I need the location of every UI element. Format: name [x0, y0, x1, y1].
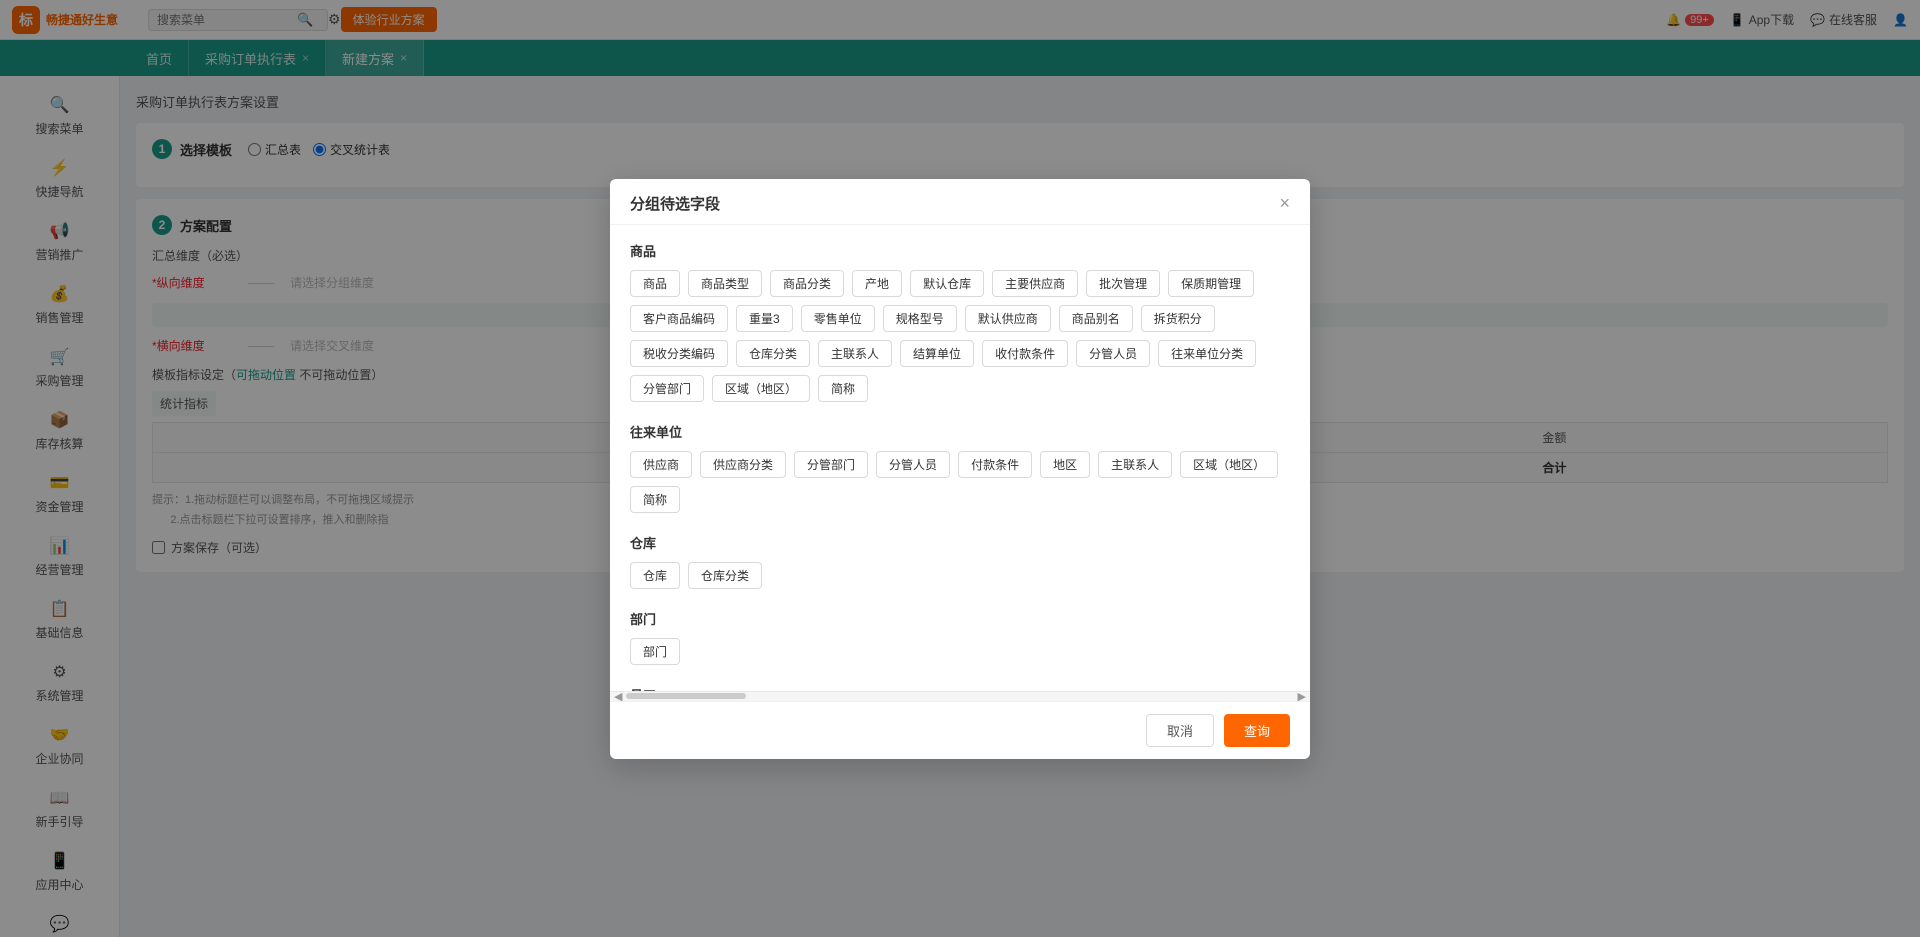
field-tag-partner-contact[interactable]: 主联系人 [1098, 451, 1172, 478]
field-tag-short-name[interactable]: 简称 [818, 375, 868, 402]
field-tag-warehouse-category[interactable]: 仓库分类 [736, 340, 810, 367]
section-partner: 往来单位 供应商 供应商分类 分管部门 分管人员 付款条件 地区 主联系人 区域… [630, 422, 1290, 513]
field-tag-settlement-unit[interactable]: 结算单位 [900, 340, 974, 367]
field-tag-partner-category[interactable]: 往来单位分类 [1158, 340, 1256, 367]
field-tag-weight[interactable]: 重量3 [736, 305, 793, 332]
modal-header: 分组待选字段 × [610, 179, 1310, 225]
department-tags: 部门 [630, 638, 1290, 665]
field-tag-department[interactable]: 部门 [630, 638, 680, 665]
modal-cancel-button[interactable]: 取消 [1146, 714, 1214, 747]
section-partner-title: 往来单位 [630, 422, 1290, 441]
field-tag-spec-model[interactable]: 规格型号 [883, 305, 957, 332]
field-tag-main-supplier[interactable]: 主要供应商 [992, 270, 1078, 297]
field-tag-area[interactable]: 地区 [1040, 451, 1090, 478]
field-tag-partner-region[interactable]: 区域（地区） [1180, 451, 1278, 478]
field-tag-expiry-mgmt[interactable]: 保质期管理 [1168, 270, 1254, 297]
field-tag-supplier-category[interactable]: 供应商分类 [700, 451, 786, 478]
field-tag-product-type[interactable]: 商品类型 [688, 270, 762, 297]
modal-body: 商品 商品 商品类型 商品分类 产地 默认仓库 主要供应商 批次管理 保质期管理… [610, 225, 1310, 691]
field-tag-main-contact[interactable]: 主联系人 [818, 340, 892, 367]
modal-overlay: 分组待选字段 × 商品 商品 商品类型 商品分类 产地 默认仓库 主要供应商 批… [0, 0, 1920, 937]
field-tag-dept[interactable]: 分管部门 [630, 375, 704, 402]
warehouse-tags: 仓库 仓库分类 [630, 562, 1290, 589]
field-tag-default-warehouse[interactable]: 默认仓库 [910, 270, 984, 297]
field-tag-batch-mgmt[interactable]: 批次管理 [1086, 270, 1160, 297]
field-tag-manager[interactable]: 分管人员 [1076, 340, 1150, 367]
field-tag-supplier[interactable]: 供应商 [630, 451, 692, 478]
field-tag-payment-terms[interactable]: 收付款条件 [982, 340, 1068, 367]
field-tag-tax-code[interactable]: 税收分类编码 [630, 340, 728, 367]
section-department-title: 部门 [630, 609, 1290, 628]
field-tag-product-category[interactable]: 商品分类 [770, 270, 844, 297]
section-department: 部门 部门 [630, 609, 1290, 665]
field-tag-split-points[interactable]: 拆货积分 [1141, 305, 1215, 332]
hscroll-bar [626, 693, 746, 699]
field-tag-pay-terms[interactable]: 付款条件 [958, 451, 1032, 478]
field-tag-default-supplier[interactable]: 默认供应商 [965, 305, 1051, 332]
product-tags: 商品 商品类型 商品分类 产地 默认仓库 主要供应商 批次管理 保质期管理 客户… [630, 270, 1290, 402]
modal-title: 分组待选字段 [630, 193, 720, 214]
section-warehouse-title: 仓库 [630, 533, 1290, 552]
modal-footer: 取消 查询 [610, 701, 1310, 759]
field-tag-warehouse-cat[interactable]: 仓库分类 [688, 562, 762, 589]
partner-tags: 供应商 供应商分类 分管部门 分管人员 付款条件 地区 主联系人 区域（地区） … [630, 451, 1290, 513]
field-tag-origin[interactable]: 产地 [852, 270, 902, 297]
field-tag-retail-unit[interactable]: 零售单位 [801, 305, 875, 332]
field-tag-warehouse[interactable]: 仓库 [630, 562, 680, 589]
section-product: 商品 商品 商品类型 商品分类 产地 默认仓库 主要供应商 批次管理 保质期管理… [630, 241, 1290, 402]
section-product-title: 商品 [630, 241, 1290, 260]
field-tag-product-alias[interactable]: 商品别名 [1059, 305, 1133, 332]
field-tag-partner-manager[interactable]: 分管人员 [876, 451, 950, 478]
modal-close-button[interactable]: × [1279, 193, 1290, 214]
field-tag-product[interactable]: 商品 [630, 270, 680, 297]
section-warehouse: 仓库 仓库 仓库分类 [630, 533, 1290, 589]
field-tag-partner-short[interactable]: 简称 [630, 486, 680, 513]
field-tag-partner-dept[interactable]: 分管部门 [794, 451, 868, 478]
modal-hscroll[interactable]: ◀ ▶ [610, 691, 1310, 701]
field-select-modal: 分组待选字段 × 商品 商品 商品类型 商品分类 产地 默认仓库 主要供应商 批… [610, 179, 1310, 759]
field-tag-customer-code[interactable]: 客户商品编码 [630, 305, 728, 332]
modal-confirm-button[interactable]: 查询 [1224, 714, 1290, 747]
field-tag-region[interactable]: 区域（地区） [712, 375, 810, 402]
